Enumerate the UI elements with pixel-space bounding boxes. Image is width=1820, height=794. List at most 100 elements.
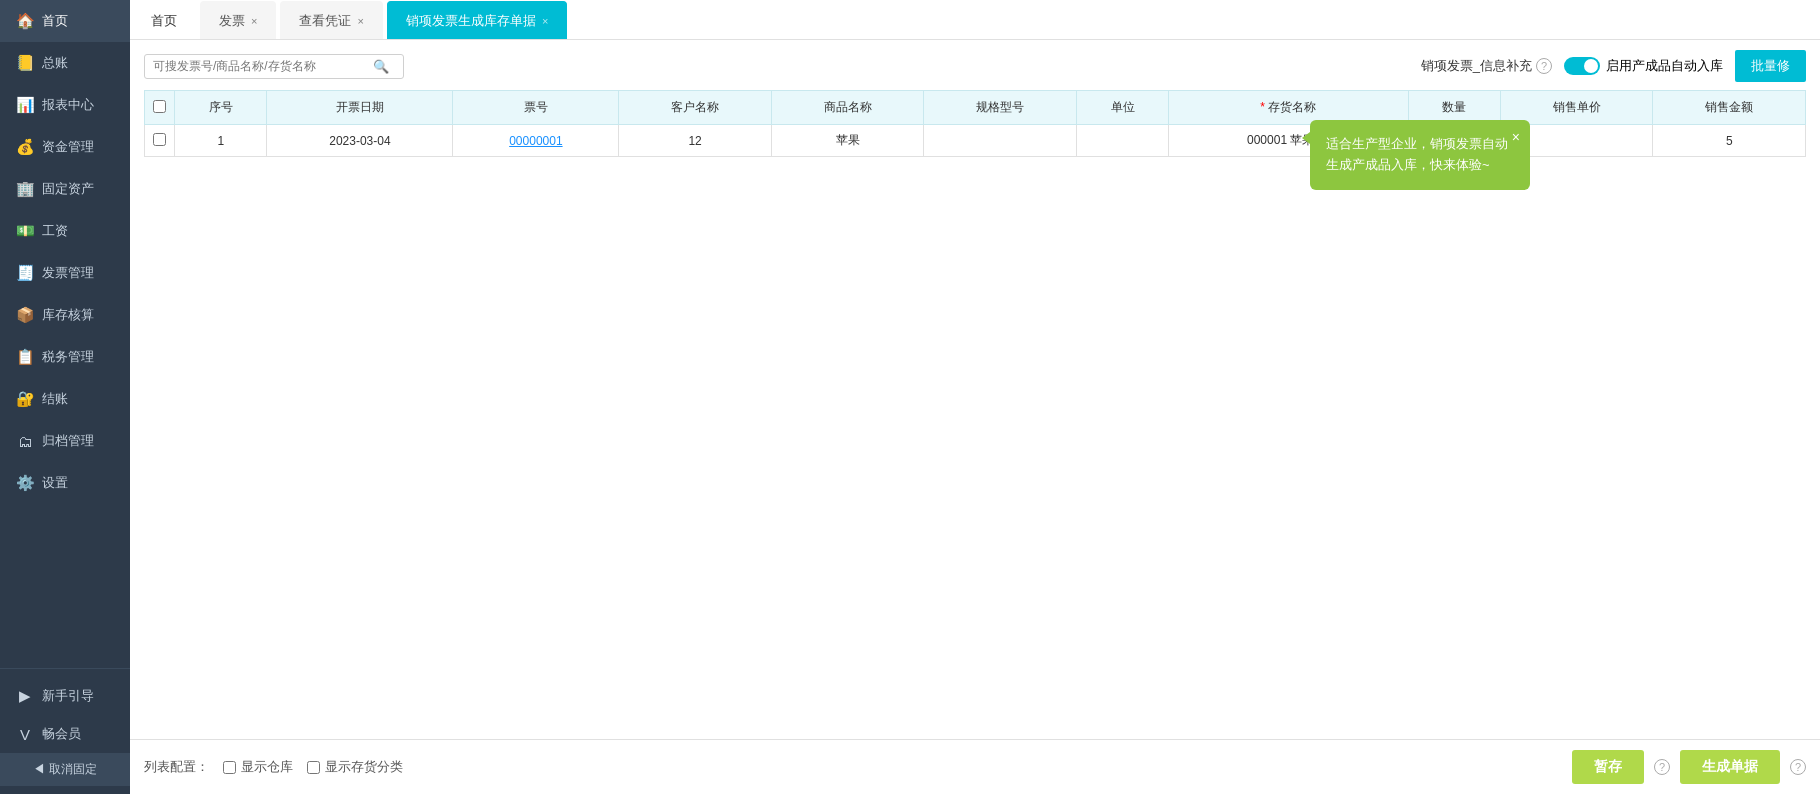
show-category-label[interactable]: 显示存货分类	[307, 758, 403, 776]
show-warehouse-text: 显示仓库	[241, 758, 293, 776]
info-help-icon[interactable]: ?	[1536, 58, 1552, 74]
fixed-assets-icon: 🏢	[16, 180, 34, 198]
archive-icon: 🗂	[16, 433, 34, 450]
td-number-link[interactable]: 00000001	[509, 134, 562, 148]
sidebar-item-vip[interactable]: V 畅会员	[0, 715, 130, 753]
salary-icon: 💵	[16, 222, 34, 240]
unfix-label: 取消固定	[49, 762, 97, 776]
search-box[interactable]: 🔍	[144, 54, 404, 79]
sidebar-item-settings[interactable]: ⚙️ 设置	[0, 462, 130, 504]
tab-voucher[interactable]: 查看凭证 ×	[280, 1, 382, 39]
search-icon: 🔍	[373, 59, 389, 74]
th-inventory-text: 存货名称	[1268, 100, 1316, 114]
save-help-icon[interactable]: ?	[1654, 759, 1670, 775]
unfix-fixed-button[interactable]: ◀ 取消固定	[0, 753, 130, 786]
sidebar-item-label: 新手引导	[42, 687, 94, 705]
th-seq: 序号	[175, 91, 267, 125]
config-label: 列表配置：	[144, 758, 209, 776]
show-category-checkbox[interactable]	[307, 761, 320, 774]
main-area: 首页 发票 × 查看凭证 × 销项发票生成库存单据 × 🔍 销项发票_信息补充	[130, 0, 1820, 794]
sidebar-item-label: 首页	[42, 12, 68, 30]
th-customer: 客户名称	[619, 91, 771, 125]
capital-icon: 💰	[16, 138, 34, 156]
sidebar-item-reports[interactable]: 📊 报表中心	[0, 84, 130, 126]
sidebar-item-guide[interactable]: ▶ 新手引导	[0, 677, 130, 715]
th-spec: 规格型号	[924, 91, 1076, 125]
td-customer: 12	[619, 125, 771, 157]
sidebar-item-inventory[interactable]: 📦 库存核算	[0, 294, 130, 336]
search-input[interactable]	[153, 59, 373, 73]
sidebar-item-label: 固定资产	[42, 180, 94, 198]
sidebar-item-label: 设置	[42, 474, 68, 492]
sidebar-item-invoice-mgmt[interactable]: 🧾 发票管理	[0, 252, 130, 294]
sidebar-item-ledger[interactable]: 📒 总账	[0, 42, 130, 84]
list-config: 列表配置： 显示仓库 显示存货分类	[144, 758, 403, 776]
home-icon: 🏠	[16, 12, 34, 30]
invoice-mgmt-icon: 🧾	[16, 264, 34, 282]
tab-invoice-close[interactable]: ×	[251, 15, 257, 27]
bottom-actions: 暂存 ? 生成单据 ?	[1572, 750, 1806, 784]
table-header-row: 序号 开票日期 票号 客户名称 商品名称 规格型号 单位 * 存货名称 数量 销…	[145, 91, 1806, 125]
sidebar-item-closing[interactable]: 🔐 结账	[0, 378, 130, 420]
tab-invoice-label: 发票	[219, 12, 245, 30]
th-amount: 销售金额	[1653, 91, 1806, 125]
tooltip-text: 适合生产型企业，销项发票自动生成产成品入库，快来体验~	[1326, 136, 1508, 172]
batch-modify-button[interactable]: 批量修	[1735, 50, 1806, 82]
toolbar-right: 销项发票_信息补充 ? 启用产成品自动入库 批量修	[1421, 50, 1806, 82]
ledger-icon: 📒	[16, 54, 34, 72]
info-label-text: 销项发票_信息补充	[1421, 57, 1532, 75]
tab-cancel-invoice[interactable]: 销项发票生成库存单据 ×	[387, 1, 567, 39]
tab-voucher-label: 查看凭证	[299, 12, 351, 30]
th-unit: 单位	[1076, 91, 1168, 125]
sidebar-item-label: 资金管理	[42, 138, 94, 156]
sidebar-item-home[interactable]: 🏠 首页	[0, 0, 130, 42]
show-warehouse-checkbox[interactable]	[223, 761, 236, 774]
tab-voucher-close[interactable]: ×	[357, 15, 363, 27]
reports-icon: 📊	[16, 96, 34, 114]
guide-icon: ▶	[16, 687, 34, 705]
th-product: 商品名称	[771, 91, 923, 125]
tab-cancel-invoice-label: 销项发票生成库存单据	[406, 12, 536, 30]
sidebar: 🏠 首页 📒 总账 📊 报表中心 💰 资金管理 🏢 固定资产 💵 工资 🧾 发票…	[0, 0, 130, 794]
sidebar-item-label: 总账	[42, 54, 68, 72]
select-all-checkbox[interactable]	[153, 100, 166, 113]
save-button[interactable]: 暂存	[1572, 750, 1644, 784]
bottom-bar: 列表配置： 显示仓库 显示存货分类 暂存 ? 生成单据 ?	[130, 739, 1820, 794]
content-area: 🔍 销项发票_信息补充 ? 启用产成品自动入库 批量修	[130, 40, 1820, 739]
th-checkbox	[145, 91, 175, 125]
toggle-label: 启用产成品自动入库	[1606, 57, 1723, 75]
generate-button[interactable]: 生成单据	[1680, 750, 1780, 784]
sidebar-item-label: 工资	[42, 222, 68, 240]
info-label: 销项发票_信息补充 ?	[1421, 57, 1552, 75]
th-number: 票号	[453, 91, 619, 125]
sidebar-item-tax[interactable]: 📋 税务管理	[0, 336, 130, 378]
row-checkbox[interactable]	[153, 133, 166, 146]
inventory-icon: 📦	[16, 306, 34, 324]
toggle-wrap: 启用产成品自动入库	[1564, 57, 1723, 75]
table-row: 1 2023-03-04 00000001 12 苹果 000001 苹果 个 …	[145, 125, 1806, 157]
closing-icon: 🔐	[16, 390, 34, 408]
tab-home[interactable]: 首页	[132, 1, 196, 39]
sidebar-item-label: 畅会员	[42, 725, 81, 743]
tooltip-close-button[interactable]: ×	[1512, 126, 1520, 148]
td-amount: 5	[1653, 125, 1806, 157]
td-spec	[924, 125, 1076, 157]
td-number: 00000001	[453, 125, 619, 157]
sidebar-item-archive[interactable]: 🗂 归档管理	[0, 420, 130, 462]
sidebar-item-capital[interactable]: 💰 资金管理	[0, 126, 130, 168]
sidebar-item-fixed-assets[interactable]: 🏢 固定资产	[0, 168, 130, 210]
tab-cancel-invoice-close[interactable]: ×	[542, 15, 548, 27]
tabs-bar: 首页 发票 × 查看凭证 × 销项发票生成库存单据 ×	[130, 0, 1820, 40]
show-category-text: 显示存货分类	[325, 758, 403, 776]
generate-help-icon[interactable]: ?	[1790, 759, 1806, 775]
sidebar-item-salary[interactable]: 💵 工资	[0, 210, 130, 252]
tab-invoice[interactable]: 发票 ×	[200, 1, 276, 39]
sidebar-bottom: ▶ 新手引导 V 畅会员 ◀ 取消固定	[0, 668, 130, 794]
vip-icon: V	[16, 726, 34, 743]
td-checkbox	[145, 125, 175, 157]
auto-warehouse-toggle[interactable]	[1564, 57, 1600, 75]
tooltip-popup: × 适合生产型企业，销项发票自动生成产成品入库，快来体验~	[1310, 120, 1530, 190]
td-product: 苹果	[771, 125, 923, 157]
td-unit	[1076, 125, 1168, 157]
show-warehouse-label[interactable]: 显示仓库	[223, 758, 293, 776]
